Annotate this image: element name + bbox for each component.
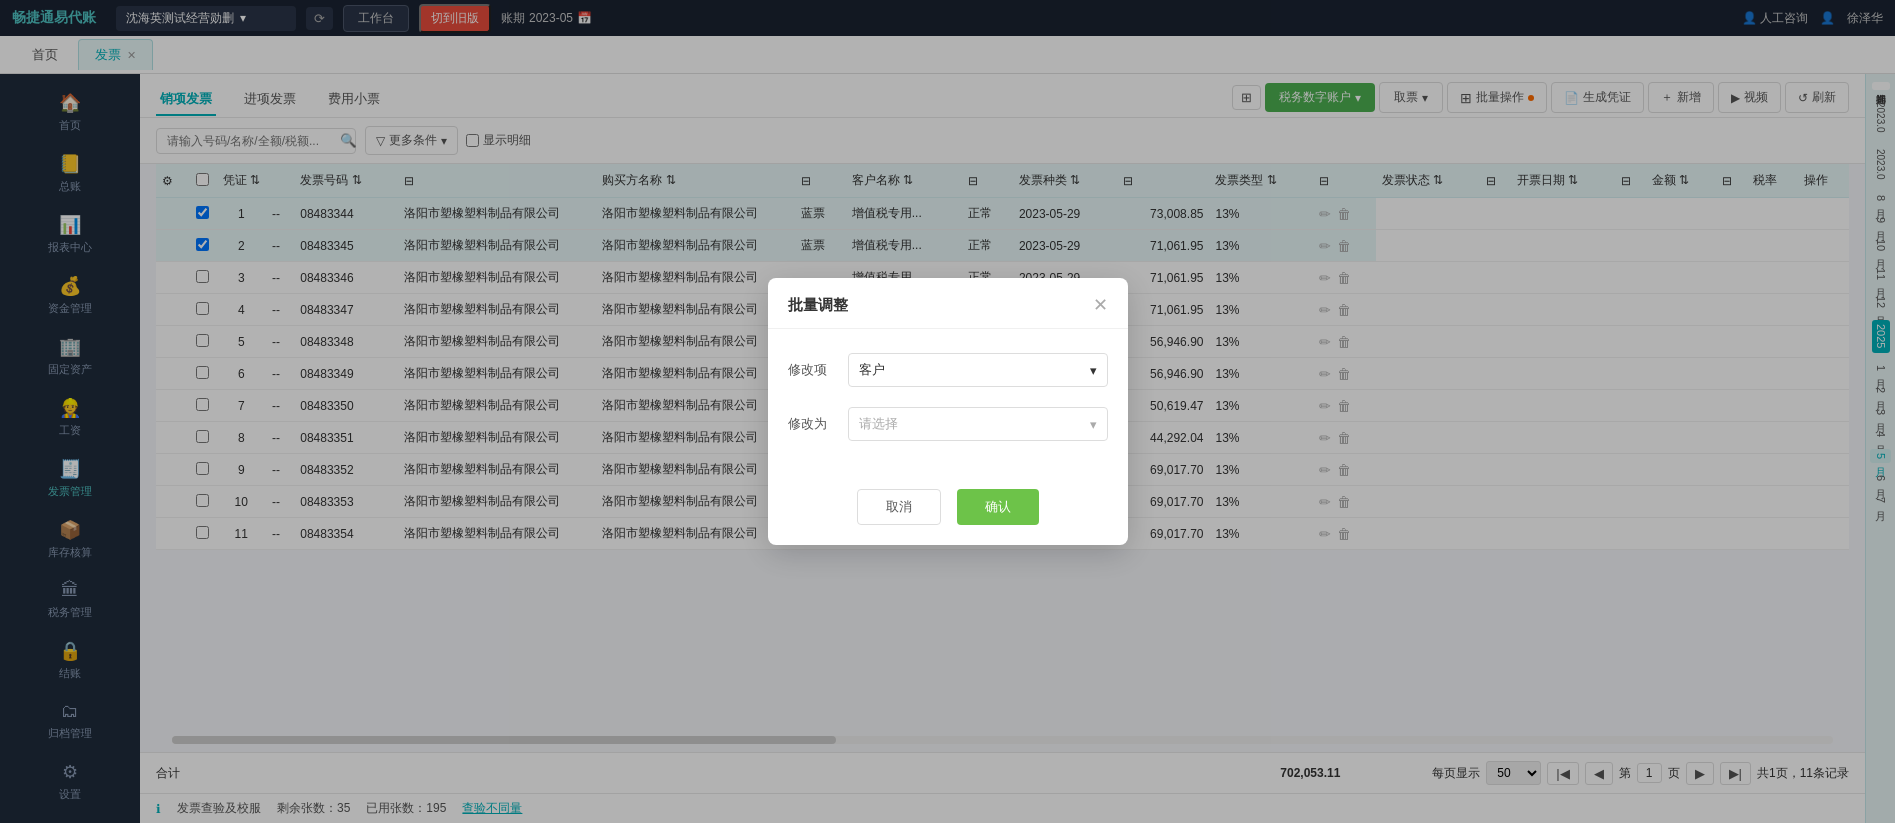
- modify-value-row: 修改为 请选择 ▾: [788, 407, 1108, 441]
- modal-overlay[interactable]: 批量调整 ✕ 修改项 客户 ▾ 修改为 请选择 ▾ 取消 确认: [0, 0, 1895, 823]
- modal-close-btn[interactable]: ✕: [1093, 294, 1108, 316]
- field-dropdown-icon: ▾: [1090, 363, 1097, 378]
- confirm-button[interactable]: 确认: [957, 489, 1039, 525]
- modify-field-row: 修改项 客户 ▾: [788, 353, 1108, 387]
- modify-value-placeholder: 请选择: [859, 415, 898, 433]
- modify-value-select[interactable]: 请选择 ▾: [848, 407, 1108, 441]
- batch-adjust-modal: 批量调整 ✕ 修改项 客户 ▾ 修改为 请选择 ▾ 取消 确认: [768, 278, 1128, 545]
- value-dropdown-icon: ▾: [1090, 417, 1097, 432]
- modify-value-label: 修改为: [788, 415, 848, 433]
- modify-field-value: 客户: [859, 361, 885, 379]
- cancel-button[interactable]: 取消: [857, 489, 941, 525]
- modal-header: 批量调整 ✕: [768, 278, 1128, 329]
- modify-field-label: 修改项: [788, 361, 848, 379]
- modal-footer: 取消 确认: [768, 481, 1128, 545]
- modify-field-select[interactable]: 客户 ▾: [848, 353, 1108, 387]
- modal-title: 批量调整: [788, 296, 848, 315]
- modal-body: 修改项 客户 ▾ 修改为 请选择 ▾: [768, 329, 1128, 481]
